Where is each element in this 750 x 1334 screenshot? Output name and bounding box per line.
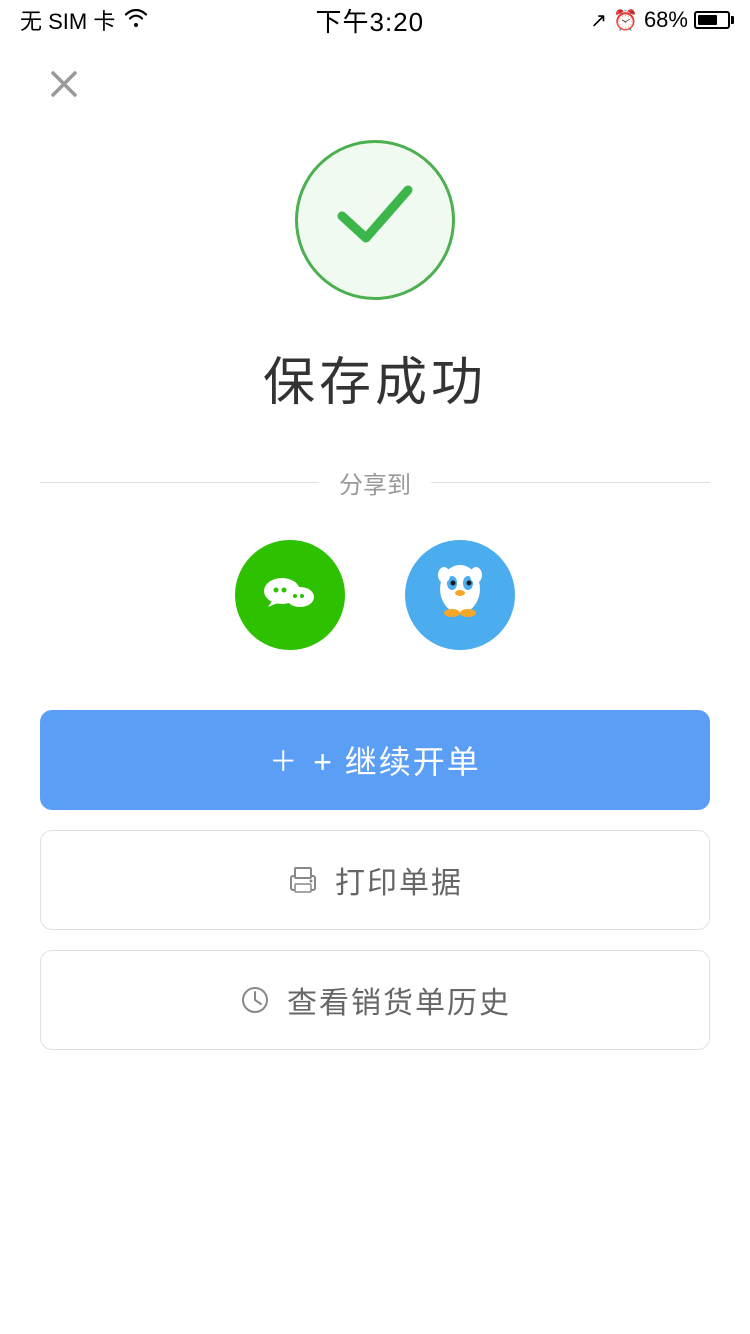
close-icon (48, 68, 80, 100)
action-buttons: ＋ + 继续开单 打印单据 查看销货单历 (40, 710, 710, 1050)
close-button[interactable] (40, 60, 88, 108)
success-circle (295, 140, 455, 300)
alarm-icon: ⏰ (613, 8, 638, 33)
battery-percent: 68% (644, 7, 688, 33)
checkmark-icon (330, 174, 420, 267)
main-content: 保存成功 分享到 (0, 40, 750, 1334)
status-left: 无 SIM 卡 (20, 4, 149, 36)
battery-icon (694, 11, 730, 29)
history-button[interactable]: 查看销货单历史 (40, 950, 710, 1050)
qq-icon (430, 561, 490, 629)
print-button[interactable]: 打印单据 (40, 830, 710, 930)
divider-line-left (40, 482, 319, 483)
continue-label: + 继续开单 (313, 737, 481, 783)
share-icons-container (235, 540, 515, 650)
share-divider: 分享到 (40, 465, 710, 500)
location-icon: ↗ (590, 8, 607, 33)
status-time: 下午3:20 (316, 2, 425, 39)
wechat-icon (258, 563, 322, 627)
divider-line-right (431, 482, 710, 483)
printer-icon (287, 864, 319, 896)
continue-button[interactable]: ＋ + 继续开单 (40, 710, 710, 810)
no-sim-text: 无 SIM 卡 (20, 4, 115, 36)
wechat-share-button[interactable] (235, 540, 345, 650)
share-label: 分享到 (339, 465, 411, 500)
qq-share-button[interactable] (405, 540, 515, 650)
status-bar: 无 SIM 卡 下午3:20 ↗ ⏰ 68% (0, 0, 750, 40)
wifi-icon (123, 7, 149, 33)
history-label: 查看销货单历史 (287, 978, 511, 1022)
print-label: 打印单据 (335, 858, 463, 902)
success-title: 保存成功 (263, 340, 487, 415)
battery-fill (698, 15, 717, 25)
history-icon (239, 984, 271, 1016)
status-right: ↗ ⏰ 68% (590, 7, 730, 33)
plus-icon: ＋ (269, 740, 297, 780)
